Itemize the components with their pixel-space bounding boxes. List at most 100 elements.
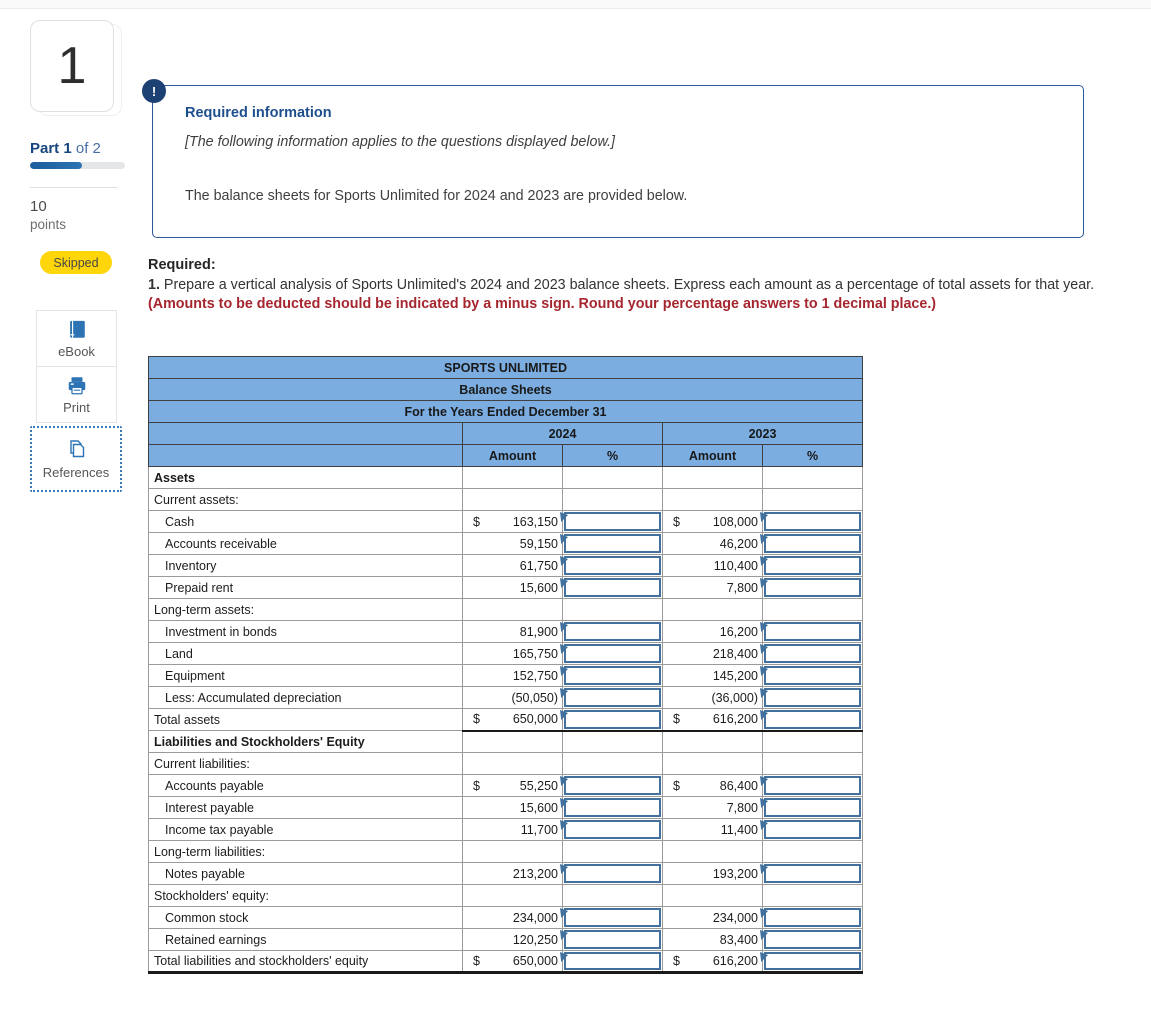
row-label: Less: Accumulated depreciation	[148, 686, 463, 709]
row-label: Long-term assets:	[148, 598, 463, 621]
row-label: Notes payable	[148, 862, 463, 885]
statement-period: For the Years Ended December 31	[147, 400, 864, 423]
amount-2023-cell: 83,400	[662, 928, 763, 951]
percent-input-2023[interactable]	[764, 930, 862, 949]
skipped-badge[interactable]: Skipped	[40, 251, 112, 274]
instruction-text: Prepare a vertical analysis of Sports Un…	[163, 277, 1095, 293]
percent-input-2023[interactable]	[764, 644, 862, 663]
row-label: Accounts receivable	[148, 532, 463, 555]
sidebar-divider	[30, 187, 118, 188]
percent-input-2024[interactable]	[564, 776, 661, 795]
amount-2023-cell: 7,800	[662, 796, 763, 819]
percent-input-2023[interactable]	[764, 512, 862, 531]
amount-2024-header: Amount	[462, 444, 563, 467]
table-row: Interest payable 15,600 7,800	[148, 796, 864, 819]
row-label: Cash	[148, 510, 463, 533]
alert-icon: !	[142, 79, 166, 103]
percent-input-2024[interactable]	[564, 512, 661, 531]
amount-2023-header: Amount	[662, 444, 763, 467]
company-name: SPORTS UNLIMITED	[147, 356, 864, 379]
percent-input-2024[interactable]	[564, 864, 661, 883]
row-label: Current assets:	[148, 488, 463, 511]
amount-2024-cell: 61,750	[462, 554, 563, 577]
table-title-row: SPORTS UNLIMITED	[147, 356, 864, 379]
table-row: Less: Accumulated depreciation (50,050) (3…	[148, 686, 864, 709]
amount-2023-cell: 145,200	[662, 664, 763, 687]
amount-2024-cell: 59,150	[462, 532, 563, 555]
percent-input-2023[interactable]	[764, 820, 862, 839]
percent-input-2023[interactable]	[764, 710, 862, 729]
percent-input-2024[interactable]	[564, 952, 661, 970]
column-header-row: Amount % Amount %	[148, 444, 864, 467]
part-progress-fill	[30, 162, 83, 169]
percent-input-2023[interactable]	[764, 776, 862, 795]
table-row: Cash $163,150 $108,000	[148, 510, 864, 533]
required-information-note: [The following information applies to th…	[185, 134, 615, 150]
percent-2023-header: %	[761, 444, 864, 467]
amount-2024-cell: 15,600	[462, 796, 563, 819]
row-label: Inventory	[148, 554, 463, 577]
percent-input-2024[interactable]	[564, 710, 661, 729]
table-title-row: For the Years Ended December 31	[147, 400, 864, 423]
table-row: Inventory 61,750 110,400	[148, 554, 864, 577]
references-label: References	[42, 465, 110, 480]
table-row: Long-term assets:	[148, 598, 864, 621]
statement-name: Balance Sheets	[147, 378, 864, 401]
percent-input-2023[interactable]	[764, 908, 862, 927]
percent-input-2024[interactable]	[564, 534, 661, 553]
amount-2023-cell: 193,200	[662, 862, 763, 885]
print-button[interactable]: Print	[36, 366, 117, 423]
printer-icon	[66, 375, 88, 397]
percent-input-2024[interactable]	[564, 644, 661, 663]
year-2023-header: 2023	[661, 422, 864, 445]
row-label: Assets	[148, 466, 463, 489]
percent-input-2023[interactable]	[764, 952, 862, 970]
percent-input-2024[interactable]	[564, 798, 661, 817]
row-label: Investment in bonds	[148, 620, 463, 643]
amount-2024-cell: 213,200	[462, 862, 563, 885]
percent-input-2023[interactable]	[764, 688, 862, 707]
percent-input-2024[interactable]	[564, 908, 661, 927]
amount-2023-cell: 218,400	[662, 642, 763, 665]
top-bar	[0, 0, 1151, 9]
row-label: Land	[148, 642, 463, 665]
year-header-row: 2024 2023	[148, 422, 864, 445]
amount-2024-cell: 15,600	[462, 576, 563, 599]
references-button[interactable]: References	[30, 426, 122, 492]
percent-input-2024[interactable]	[564, 622, 661, 641]
table-row: Long-term liabilities:	[148, 840, 864, 863]
total-assets-row: Total assets $650,000 $616,200	[148, 708, 864, 732]
amount-2024-cell: 165,750	[462, 642, 563, 665]
percent-input-2023[interactable]	[764, 556, 862, 575]
percent-input-2023[interactable]	[764, 578, 862, 597]
amount-2024-cell: $650,000	[462, 708, 563, 732]
percent-input-2024[interactable]	[564, 578, 661, 597]
row-label: Liabilities and Stockholders' Equity	[148, 730, 463, 753]
percent-input-2024[interactable]	[564, 666, 661, 685]
percent-input-2024[interactable]	[564, 688, 661, 707]
table-row: Accounts receivable 59,150 46,200	[148, 532, 864, 555]
amount-2024-cell: (50,050)	[462, 686, 563, 709]
percent-input-2024[interactable]	[564, 930, 661, 949]
table-row: Accounts payable $55,250 $86,400	[148, 774, 864, 797]
points-label: points	[30, 217, 67, 232]
ebook-button[interactable]: eBook	[36, 310, 117, 367]
amount-2023-cell: $108,000	[662, 510, 763, 533]
percent-input-2023[interactable]	[764, 798, 862, 817]
amount-2023-cell: 46,200	[662, 532, 763, 555]
percent-input-2023[interactable]	[764, 666, 862, 685]
table-row: Retained earnings 120,250 83,400	[148, 928, 864, 951]
table-row: Current liabilities:	[148, 752, 864, 775]
amount-2023-cell: $616,200	[662, 708, 763, 732]
amount-2023-cell: 234,000	[662, 906, 763, 929]
percent-input-2024[interactable]	[564, 820, 661, 839]
amount-2024-cell: $650,000	[462, 950, 563, 974]
percent-input-2023[interactable]	[764, 622, 862, 641]
percent-input-2023[interactable]	[764, 864, 862, 883]
percent-input-2023[interactable]	[764, 534, 862, 553]
table-row: Current assets:	[148, 488, 864, 511]
amount-2024-cell: 120,250	[462, 928, 563, 951]
amount-2024-cell: 234,000	[462, 906, 563, 929]
percent-input-2024[interactable]	[564, 556, 661, 575]
required-information-body: The balance sheets for Sports Unlimited …	[185, 188, 688, 204]
